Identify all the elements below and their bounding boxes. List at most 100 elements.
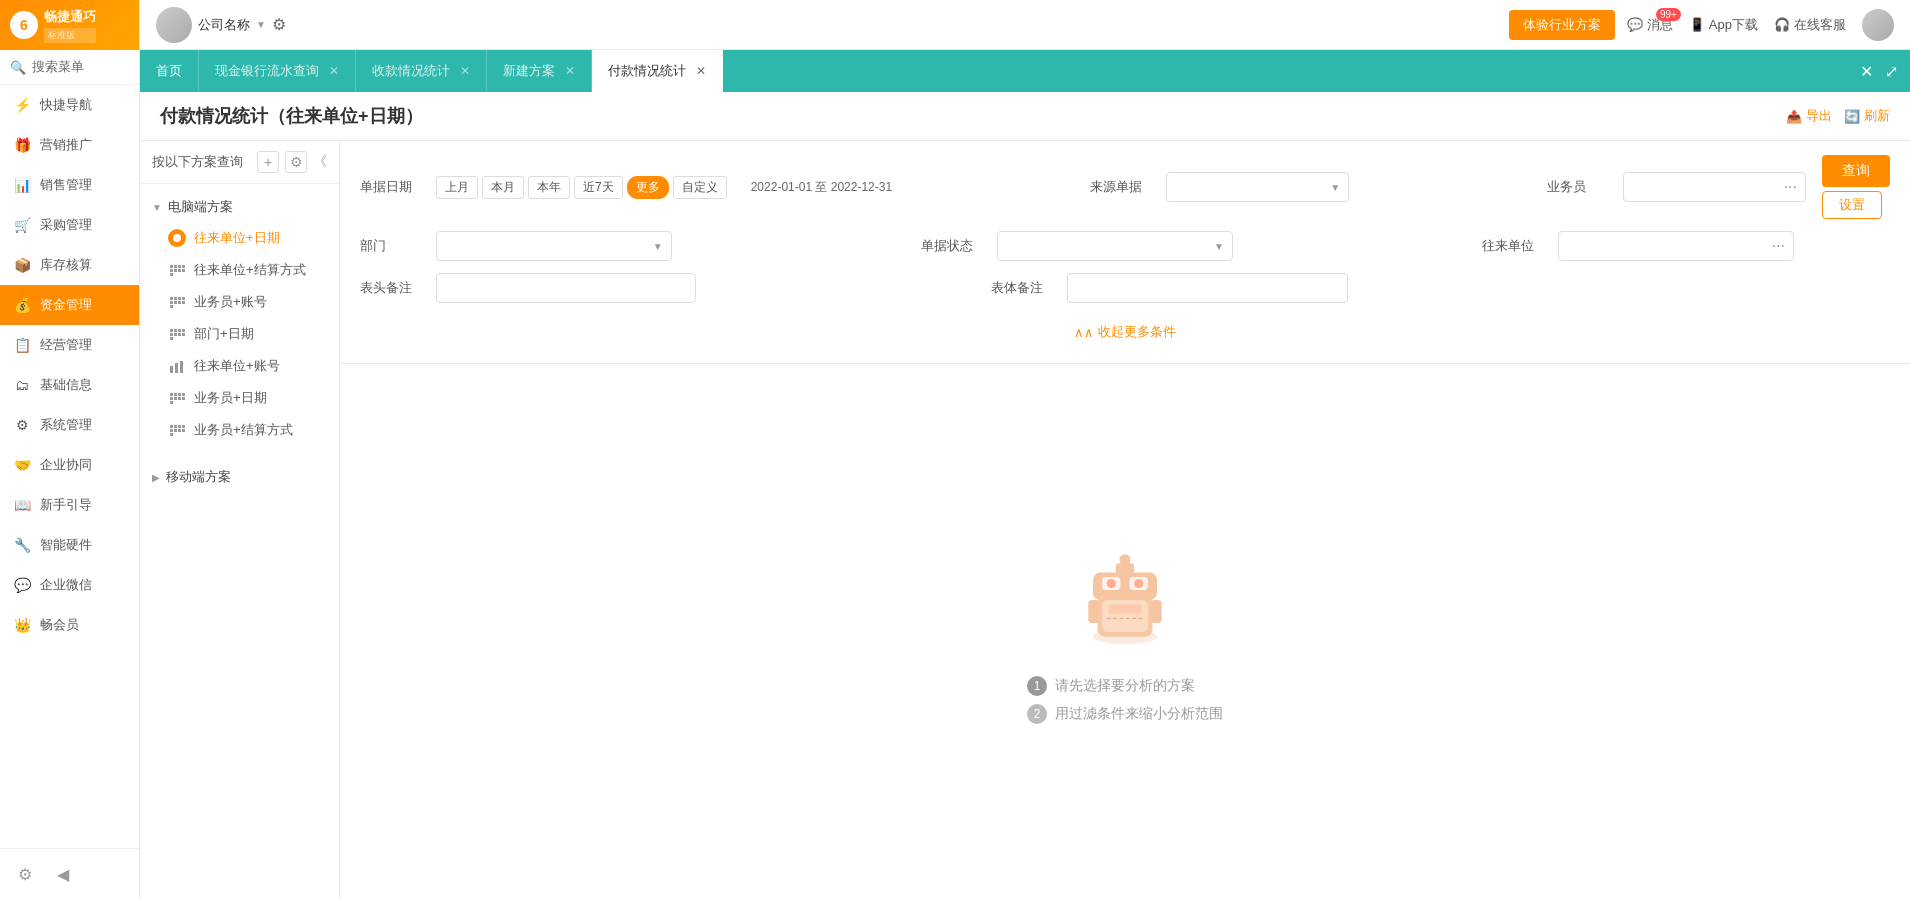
sidebar-item-guide[interactable]: 📖 新手引导 (0, 485, 139, 525)
sidebar-item-smart[interactable]: 🔧 智能硬件 (0, 525, 139, 565)
partner-select[interactable]: ··· (1558, 231, 1794, 261)
tab-bank[interactable]: 现金银行流水查询 ✕ (199, 50, 356, 92)
tab-home-label: 首页 (156, 62, 182, 80)
settings-small-btn[interactable]: 设置 (1822, 191, 1882, 219)
last-7days-btn[interactable]: 近7天 (574, 176, 623, 199)
collapse-panel-btn[interactable]: 《 (313, 153, 327, 171)
dept-select[interactable]: ▼ (436, 231, 672, 261)
tab-maximize-btn[interactable]: ⤢ (1881, 58, 1902, 85)
status-select[interactable]: ▼ (997, 231, 1233, 261)
query-btn[interactable]: 查询 (1822, 155, 1890, 187)
tab-new-scheme[interactable]: 新建方案 ✕ (487, 50, 592, 92)
scheme-partner-settle[interactable]: 往来单位+结算方式 (140, 254, 339, 286)
scheme-active-icon (168, 229, 186, 247)
collapse-sidebar-btn[interactable]: ◀ (48, 859, 78, 889)
date-range-text: 2022-01-01 至 2022-12-31 (751, 179, 892, 196)
user-avatar (156, 7, 192, 43)
nav-label-member: 畅会员 (40, 616, 79, 634)
page-header-actions: 📤 导出 🔄 刷新 (1786, 107, 1890, 125)
scheme-staff-date[interactable]: 业务员+日期 (140, 382, 339, 414)
tab-receipt[interactable]: 收款情况统计 ✕ (356, 50, 487, 92)
sidebar-item-purchase[interactable]: 🛒 采购管理 (0, 205, 139, 245)
scheme-staff-account[interactable]: 业务员+账号 (140, 286, 339, 318)
message-icon: 💬 (1627, 17, 1643, 32)
nav-label-inventory: 库存核算 (40, 256, 92, 274)
nav-icon-quick-nav: ⚡ (12, 95, 32, 115)
staff-select[interactable]: ··· (1623, 172, 1806, 202)
app-download-btn[interactable]: 📱 App下载 (1689, 16, 1758, 34)
nav-label-guide: 新手引导 (40, 496, 92, 514)
sidebar-item-system[interactable]: ⚙ 系统管理 (0, 405, 139, 445)
collapse-conditions-btn[interactable]: ∧∧ 收起更多条件 (360, 315, 1890, 349)
tab-new-scheme-close[interactable]: ✕ (565, 64, 575, 78)
mobile-group-arrow: ▶ (152, 472, 160, 483)
tab-receipt-close[interactable]: ✕ (460, 64, 470, 78)
date-label: 单据日期 (360, 178, 420, 196)
body-note-input[interactable] (1067, 273, 1348, 303)
mobile-scheme-group-header[interactable]: ▶ 移动端方案 (140, 462, 339, 492)
export-btn[interactable]: 📤 导出 (1786, 107, 1832, 125)
sidebar-item-member[interactable]: 👑 畅会员 (0, 605, 139, 645)
scheme-settings-btn[interactable]: ⚙ (285, 151, 307, 173)
sidebar-item-marketing[interactable]: 🎁 营销推广 (0, 125, 139, 165)
refresh-btn[interactable]: 🔄 刷新 (1844, 107, 1890, 125)
more-btn[interactable]: 更多 (627, 176, 669, 199)
tab-receipt-label: 收款情况统计 (372, 62, 450, 80)
custom-btn[interactable]: 自定义 (673, 176, 727, 199)
pc-scheme-group-header[interactable]: ▼ 电脑端方案 (140, 192, 339, 222)
sidebar-item-inventory[interactable]: 📦 库存核算 (0, 245, 139, 285)
svg-rect-7 (1151, 600, 1162, 623)
page-title: 付款情况统计（往来单位+日期） (160, 104, 423, 128)
tab-bank-close[interactable]: ✕ (329, 64, 339, 78)
body-note-label: 表体备注 (991, 279, 1051, 297)
sidebar-item-quick-nav[interactable]: ⚡ 快捷导航 (0, 85, 139, 125)
messages-btn[interactable]: 💬 消息 99+ (1627, 16, 1673, 34)
header-avatar[interactable] (1862, 9, 1894, 41)
sidebar-item-wechat[interactable]: 💬 企业微信 (0, 565, 139, 605)
tab-home[interactable]: 首页 (140, 50, 199, 92)
query-settings-col: 查询 设置 (1822, 155, 1890, 219)
tab-payment-close[interactable]: ✕ (696, 64, 706, 78)
last-month-btn[interactable]: 上月 (436, 176, 478, 199)
sidebar-bottom: ⚙ ◀ (0, 848, 139, 899)
this-month-btn[interactable]: 本月 (482, 176, 524, 199)
mobile-group-label: 移动端方案 (166, 468, 231, 486)
sidebar-item-basic[interactable]: 🗂 基础信息 (0, 365, 139, 405)
sidebar-item-sales[interactable]: 📊 销售管理 (0, 165, 139, 205)
tip-number-1: 1 (1027, 676, 1047, 696)
collapse-conditions-label: 收起更多条件 (1098, 323, 1176, 341)
header-settings-icon[interactable]: ⚙ (272, 15, 286, 34)
sidebar-item-fund[interactable]: 💰 资金管理 (0, 285, 139, 325)
nav-label-quick-nav: 快捷导航 (40, 96, 92, 114)
note-input[interactable] (436, 273, 696, 303)
staff-ellipsis[interactable]: ··· (1784, 178, 1797, 196)
dropdown-icon[interactable]: ▼ (256, 19, 266, 30)
settings-bottom-btn[interactable]: ⚙ (10, 859, 40, 889)
source-select[interactable]: ▼ (1166, 172, 1349, 202)
sidebar-header: 6 畅捷通巧 标准版 (0, 0, 139, 50)
sidebar-item-enterprise[interactable]: 🤝 企业协同 (0, 445, 139, 485)
scheme-staff-settle[interactable]: 业务员+结算方式 (140, 414, 339, 446)
svg-point-12 (1134, 578, 1143, 587)
nav-icon-guide: 📖 (12, 495, 32, 515)
scheme-partner-account[interactable]: 往来单位+账号 (140, 350, 339, 382)
tab-close-window-btn[interactable]: ✕ (1856, 58, 1877, 85)
online-service-btn[interactable]: 🎧 在线客服 (1774, 16, 1846, 34)
scheme-staff-settle-label: 业务员+结算方式 (194, 421, 293, 439)
scheme-grid-icon-5 (168, 421, 186, 439)
empty-tip-2-text: 用过滤条件来缩小分析范围 (1055, 705, 1223, 723)
search-menu[interactable]: 🔍 搜索菜单 (0, 50, 139, 85)
scheme-dept-date[interactable]: 部门+日期 (140, 318, 339, 350)
this-year-btn[interactable]: 本年 (528, 176, 570, 199)
add-scheme-btn[interactable]: + (257, 151, 279, 173)
scheme-partner-date[interactable]: 往来单位+日期 (140, 222, 339, 254)
nav-icon-system: ⚙ (12, 415, 32, 435)
filter-row-1: 单据日期 上月 本月 本年 近7天 更多 自定义 2022-01-01 至 20… (360, 155, 1890, 219)
tab-payment[interactable]: 付款情况统计 ✕ (592, 50, 723, 92)
svg-rect-16 (1109, 604, 1142, 613)
nav-label-system: 系统管理 (40, 416, 92, 434)
sidebar-item-operation[interactable]: 📋 经营管理 (0, 325, 139, 365)
scheme-grid-icon-2 (168, 293, 186, 311)
trial-btn[interactable]: 体验行业方案 (1509, 10, 1615, 40)
partner-ellipsis[interactable]: ··· (1772, 237, 1785, 255)
